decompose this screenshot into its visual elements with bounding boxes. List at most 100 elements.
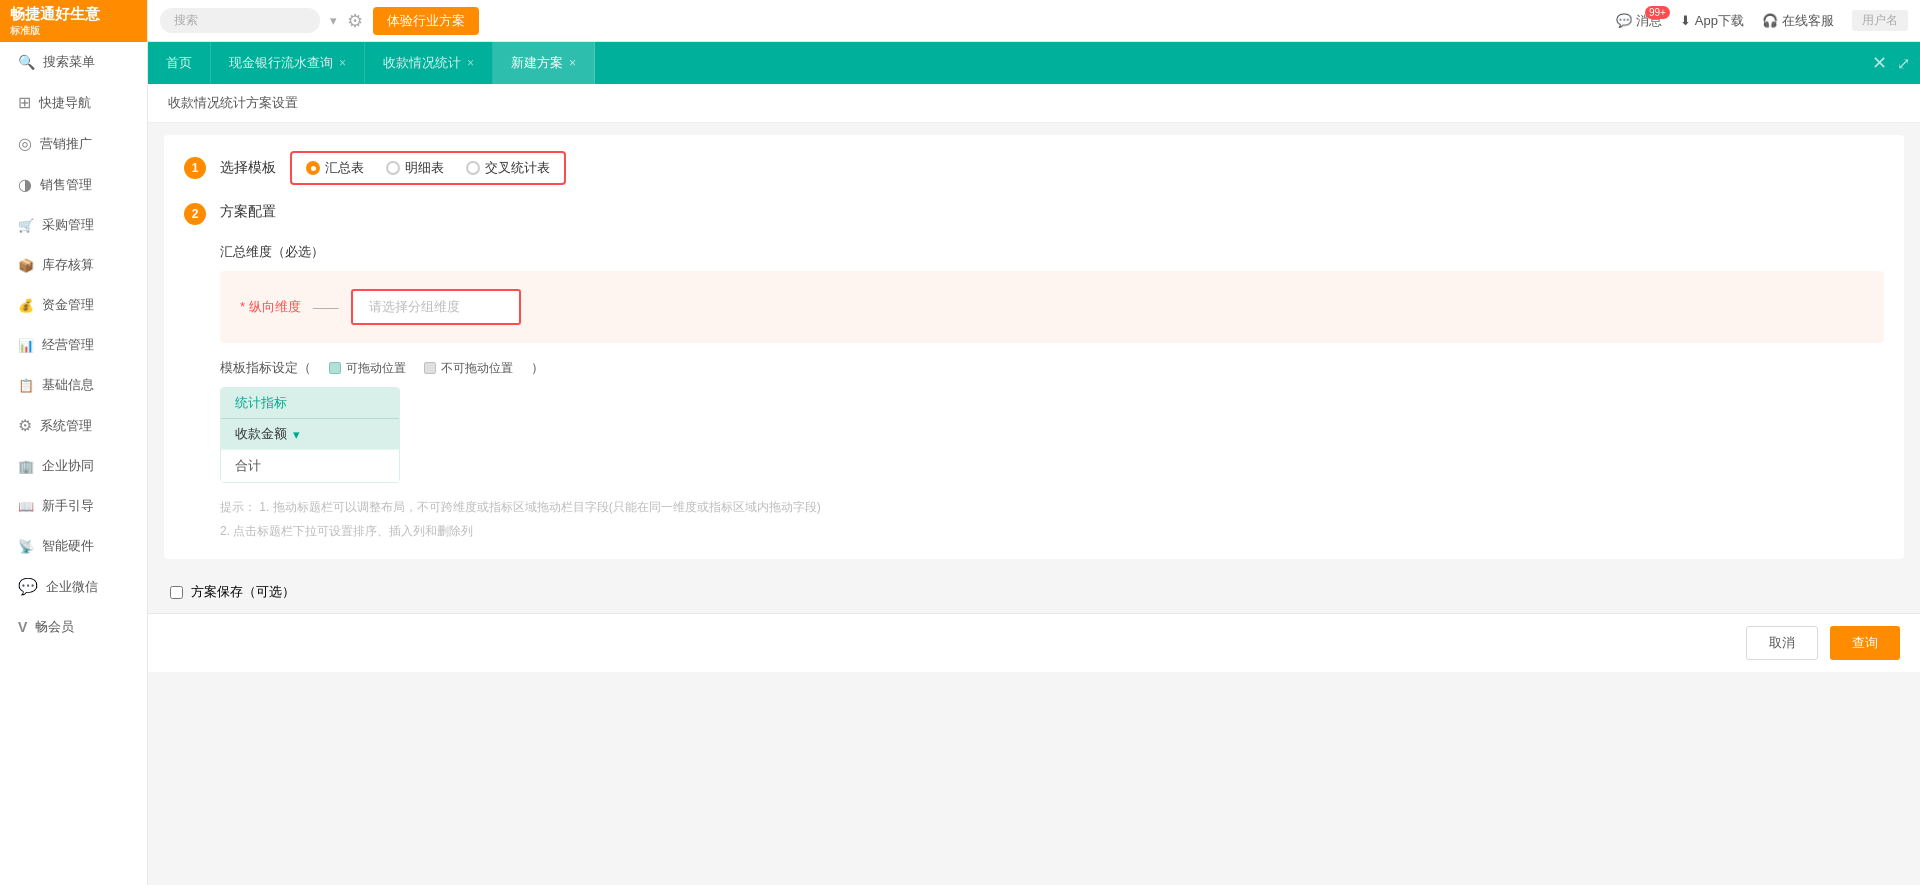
topbar: 搜索 体验行业方案 消息 99+ App下载 在线客服 用户名 [148,0,1920,42]
sidebar-item-sys[interactable]: 系统管理 [0,405,147,446]
topbar-search[interactable]: 搜索 [160,8,320,33]
service-btn[interactable]: 在线客服 [1762,12,1834,30]
vertical-dim-input[interactable]: 请选择分组维度 [351,289,521,325]
radio-cross-circle [466,161,480,175]
tab-receipts-label: 收款情况统计 [383,54,461,72]
tab-home[interactable]: 首页 [148,42,211,84]
ops-icon [18,336,34,354]
sidebar-label-vip: 畅会员 [35,618,74,636]
app-logo: 畅捷通好生意 标准版 [0,0,147,42]
section-step1: 1 选择模板 汇总表 明细表 [164,135,1904,559]
sidebar-item-base[interactable]: 基础信息 [0,365,147,405]
metrics-table: 统计指标 收款金额 ▾ 合计 [220,387,400,483]
step1-row: 1 选择模板 汇总表 明细表 [184,151,1884,185]
sidebar-item-vip[interactable]: 畅会员 [0,607,147,647]
template-selector-box: 汇总表 明细表 交叉统计表 [290,151,566,185]
save-checkbox[interactable] [170,586,183,599]
sidebar-label-finance: 资金管理 [42,296,94,314]
sidebar-item-nav[interactable]: 快捷导航 [0,82,147,123]
sidebar-label-search: 搜索菜单 [43,53,95,71]
tab-home-label: 首页 [166,54,192,72]
sidebar-item-purchase[interactable]: 采购管理 [0,205,147,245]
radio-detail-circle [386,161,400,175]
fixed-dot [424,362,436,374]
dimension-label: 汇总维度（必选） [220,243,1884,261]
tab-newplan-close[interactable]: × [569,56,576,70]
tip2: 2. 点击标题栏下拉可设置排序、插入列和删除列 [220,519,1884,543]
username-display: 用户名 [1852,10,1908,31]
search-icon [18,53,35,71]
metrics-header-row: 模板指标设定（ 可拖动位置 不可拖动位置 ） [220,359,1884,377]
legend-draggable: 可拖动位置 [329,360,406,377]
sidebar-label-sales: 销售管理 [40,176,92,194]
hw-icon [18,537,34,555]
step1-label: 选择模板 [220,159,276,177]
topbar-dropdown-arrow[interactable] [330,13,337,28]
tab-bar: 首页 现金银行流水查询 × 收款情况统计 × 新建方案 × ✕ ⤢ [148,42,1920,84]
trial-btn[interactable]: 体验行业方案 [373,7,479,35]
sidebar-item-hw[interactable]: 智能硬件 [0,526,147,566]
service-icon [1762,13,1778,28]
expand-icon[interactable]: ⤢ [1897,54,1910,73]
save-row: 方案保存（可选） [148,571,1920,613]
vertical-dim-arrow: —— [313,300,339,315]
sidebar-label-wechat: 企业微信 [46,578,98,596]
sidebar-item-marketing[interactable]: 营销推广 [0,123,147,164]
metrics-col-dropdown-icon[interactable]: ▾ [293,427,300,442]
gear-icon[interactable] [347,10,363,32]
tabs-controls: ✕ ⤢ [1862,42,1920,84]
step1-number: 1 [184,157,206,179]
sidebar-item-guide[interactable]: 新手引导 [0,486,147,526]
sidebar-item-corp[interactable]: 企业协同 [0,446,147,486]
metrics-header-text: 模板指标设定（ [220,359,311,377]
tab-receipts[interactable]: 收款情况统计 × [365,42,493,84]
radio-cross[interactable]: 交叉统计表 [466,159,550,177]
legend-fixed-label: 不可拖动位置 [441,360,513,377]
radio-summary-label: 汇总表 [325,159,364,177]
close-icon[interactable]: ✕ [1872,52,1887,74]
notification-btn[interactable]: 消息 99+ [1616,12,1662,30]
radio-summary-circle [306,161,320,175]
page-title: 收款情况统计方案设置 [168,95,298,110]
download-icon [1680,13,1691,28]
download-label: App下载 [1695,12,1744,30]
template-radio-group: 汇总表 明细表 交叉统计表 [306,159,550,177]
legend-fixed: 不可拖动位置 [424,360,513,377]
sidebar-item-finance[interactable]: 资金管理 [0,285,147,325]
radio-cross-label: 交叉统计表 [485,159,550,177]
notif-badge: 99+ [1645,6,1670,19]
topbar-right: 消息 99+ App下载 在线客服 用户名 [1616,10,1908,31]
radio-summary[interactable]: 汇总表 [306,159,364,177]
sidebar-item-sales[interactable]: 销售管理 [0,164,147,205]
mkt-icon [18,134,32,153]
tab-cashflow-close[interactable]: × [339,56,346,70]
tab-cashflow[interactable]: 现金银行流水查询 × [211,42,365,84]
guide-icon [18,497,34,515]
tab-newplan-label: 新建方案 [511,54,563,72]
bottom-action-bar: 取消 查询 [148,613,1920,672]
sidebar-label-guide: 新手引导 [42,497,94,515]
query-button[interactable]: 查询 [1830,626,1900,660]
base-icon [18,376,34,394]
tab-newplan[interactable]: 新建方案 × [493,42,595,84]
sidebar-item-ops[interactable]: 经营管理 [0,325,147,365]
metrics-col-row[interactable]: 收款金额 ▾ [221,418,399,449]
sales-icon [18,175,32,194]
sidebar-label-base: 基础信息 [42,376,94,394]
radio-detail-label: 明细表 [405,159,444,177]
sidebar-item-wechat[interactable]: 企业微信 [0,566,147,607]
sidebar-item-search[interactable]: 搜索菜单 [0,42,147,82]
vertical-dim-placeholder: 请选择分组维度 [369,299,460,314]
vertical-dim-row: * 纵向维度 —— 请选择分组维度 [240,289,1864,325]
wechat-icon [18,577,38,596]
radio-detail[interactable]: 明细表 [386,159,444,177]
cancel-button[interactable]: 取消 [1746,626,1818,660]
page-header: 收款情况统计方案设置 [148,84,1920,123]
download-btn[interactable]: App下载 [1680,12,1744,30]
step2-label: 方案配置 [220,203,276,221]
tip1: 提示： 1. 拖动标题栏可以调整布局，不可跨维度或指标区域拖动栏目字段(只能在同… [220,495,1884,519]
legend-draggable-label: 可拖动位置 [346,360,406,377]
tab-receipts-close[interactable]: × [467,56,474,70]
sidebar-item-stock[interactable]: 库存核算 [0,245,147,285]
page-content: 收款情况统计方案设置 1 选择模板 汇总表 [148,84,1920,885]
